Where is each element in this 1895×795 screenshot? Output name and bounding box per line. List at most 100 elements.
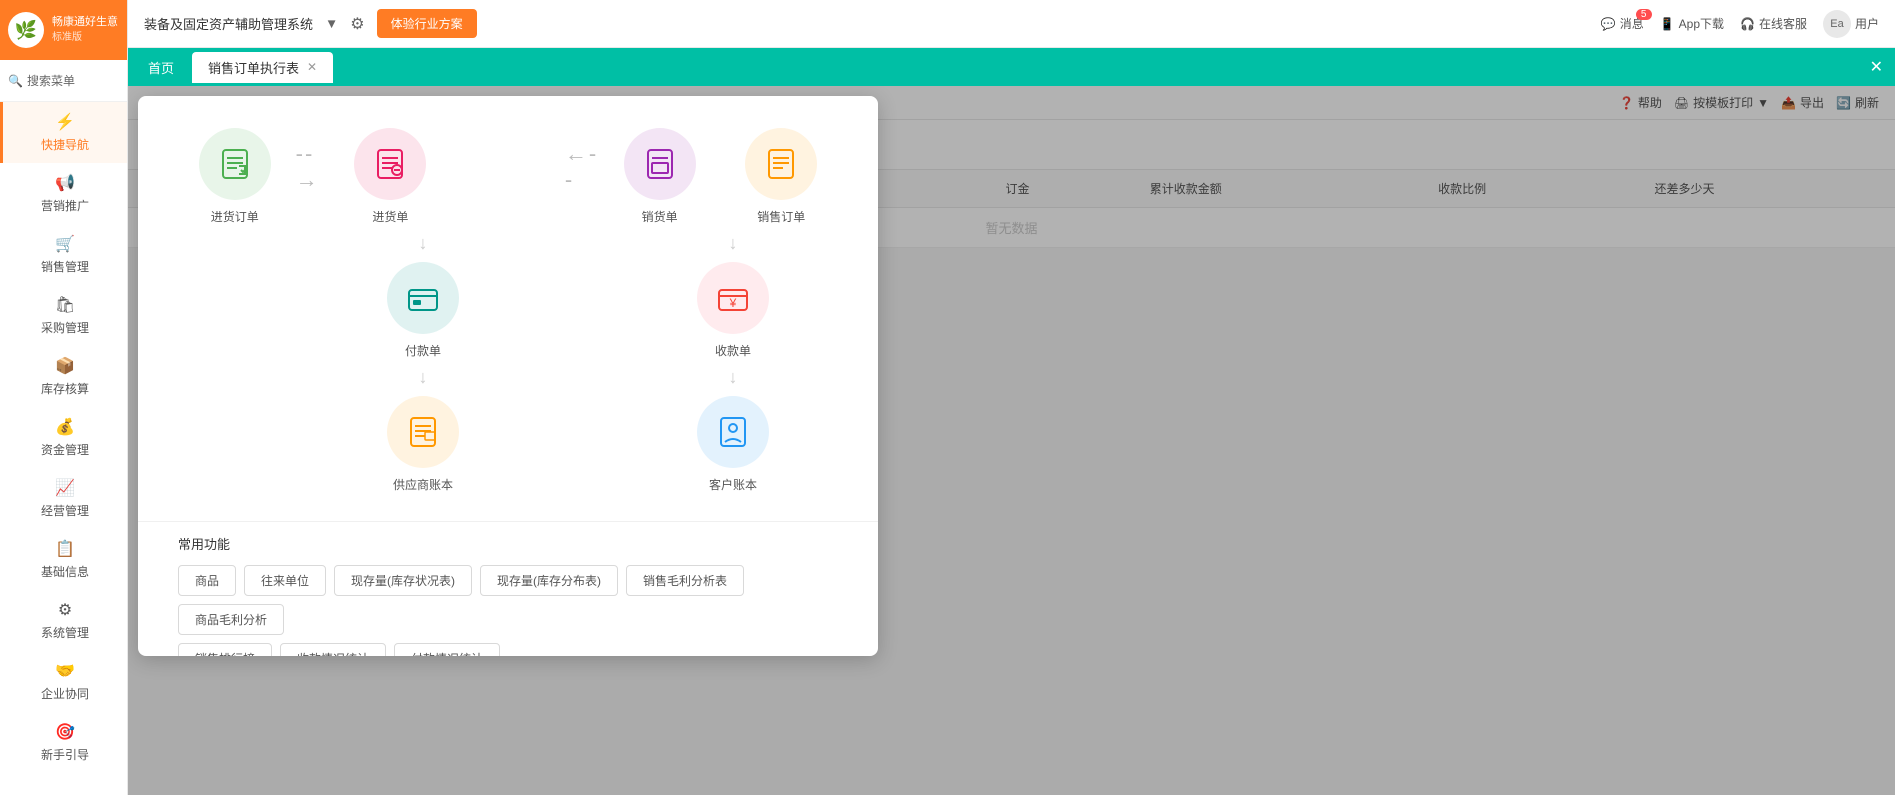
search-menu-button[interactable]: 🔍 搜索菜单 <box>8 68 119 93</box>
common-btn-payment-stat[interactable]: 付款情况统计 <box>394 643 500 656</box>
sales-bill-label: 销货单 <box>642 208 678 225</box>
topbar: 装备及固定资产辅助管理系统 ▼ ⚙ 体验行业方案 💬 消息 5 📱 App下载 … <box>128 0 1895 48</box>
sidebar-search-area: 🔍 搜索菜单 <box>0 60 127 102</box>
download-icon: 📱 <box>1660 17 1675 31</box>
content-area: ❓ 帮助 🖨 按模板打印 ▼ 📤 导出 🔄 <box>128 86 1895 795</box>
flow-row-2: 付款单 ¥ 收款单 <box>178 262 838 359</box>
flow-node-sales-order: 销售订单 <box>724 128 838 225</box>
sidebar-logo[interactable]: 🌿 畅康通好生意 标准版 <box>0 0 127 60</box>
modal-overlay[interactable]: 进货订单 - - → 进货单 <box>128 86 1895 795</box>
common-buttons-group: 商品 往来单位 现存量(库存状况表) 现存量(库存分布表) 销售毛利分析表 商品… <box>178 565 838 635</box>
finance-icon: 💰 <box>55 417 75 437</box>
collaboration-icon: 🤝 <box>55 661 75 681</box>
guide-icon: 🎯 <box>55 722 75 742</box>
tab-sales-order-execution[interactable]: 销售订单执行表 ✕ <box>192 52 333 83</box>
purchase-icon: 🛍 <box>55 295 75 315</box>
search-icon: 🔍 <box>8 74 23 88</box>
message-badge: 5 <box>1636 9 1652 20</box>
sales-bill-circle[interactable] <box>624 128 696 200</box>
tabbar: 首页 销售订单执行表 ✕ ✕ <box>128 48 1895 86</box>
payment-circle[interactable] <box>387 262 459 334</box>
tab-close-icon[interactable]: ✕ <box>307 60 317 74</box>
common-btn-sales-gross[interactable]: 销售毛利分析表 <box>626 565 744 596</box>
service-icon: 🎧 <box>1740 17 1755 31</box>
sidebar-item-sales[interactable]: 🛒 销售管理 <box>0 224 127 285</box>
down-arrow-receipt: ↓ <box>668 367 798 388</box>
flow-node-supplier-ledger: 供应商账本 <box>358 396 488 493</box>
logo-icon: 🌿 <box>8 12 44 48</box>
flow-section: 进货订单 - - → 进货单 <box>138 96 878 521</box>
customer-ledger-label: 客户账本 <box>709 476 757 493</box>
logo-text: 畅康通好生意 标准版 <box>52 15 118 44</box>
system-icon: ⚙ <box>58 600 72 620</box>
flow-row-arrows-down: ↓ ↓ <box>178 233 838 254</box>
down-arrow-sales: ↓ <box>668 233 798 254</box>
common-buttons-group-2: 销售排行榜 收款情况统计 付款情况统计 <box>178 643 838 656</box>
flow-node-sales-bill: 销货单 <box>603 128 717 225</box>
app-download-button[interactable]: 📱 App下载 <box>1660 15 1724 32</box>
svg-text:¥: ¥ <box>729 296 737 310</box>
down-arrow-purchase: ↓ <box>358 233 488 254</box>
purchase-bill-label: 进货单 <box>372 208 408 225</box>
sales-order-label: 销售订单 <box>757 208 805 225</box>
flow-row-3: 供应商账本 客户账本 <box>178 396 838 493</box>
user-menu[interactable]: Ea 用户 <box>1823 10 1879 38</box>
close-all-tabs-button[interactable]: ✕ <box>1862 53 1891 81</box>
sidebar: 🌿 畅康通好生意 标准版 🔍 搜索菜单 ⚡ 快捷导航 📢 营销推广 � <box>0 0 128 795</box>
purchase-order-label: 进货订单 <box>211 208 259 225</box>
sidebar-item-finance[interactable]: 💰 资金管理 <box>0 407 127 468</box>
supplier-ledger-circle[interactable] <box>387 396 459 468</box>
system-dropdown-button[interactable]: ▼ <box>325 16 338 31</box>
sales-order-circle[interactable] <box>745 128 817 200</box>
sidebar-item-management[interactable]: 📈 经营管理 <box>0 468 127 529</box>
receipt-label: 收款单 <box>715 342 751 359</box>
quick-nav-modal: 进货订单 - - → 进货单 <box>138 96 878 656</box>
down-arrow-payment: ↓ <box>358 367 488 388</box>
payment-label: 付款单 <box>405 342 441 359</box>
common-btn-receipt-stat[interactable]: 收款情况统计 <box>280 643 386 656</box>
flow-node-receipt: ¥ 收款单 <box>668 262 798 359</box>
gear-icon[interactable]: ⚙ <box>350 14 364 34</box>
flow-row-1: 进货订单 - - → 进货单 <box>178 128 838 225</box>
flow-node-payment: 付款单 <box>358 262 488 359</box>
shortcuts-icon: ⚡ <box>55 112 75 132</box>
common-btn-counterpart[interactable]: 往来单位 <box>244 565 326 596</box>
tab-home[interactable]: 首页 <box>132 52 190 83</box>
sidebar-item-system[interactable]: ⚙ 系统管理 <box>0 590 127 651</box>
arrow-purchase-order-to-bill: - - → <box>296 141 330 213</box>
main-content: 装备及固定资产辅助管理系统 ▼ ⚙ 体验行业方案 💬 消息 5 📱 App下载 … <box>128 0 1895 795</box>
system-name: 装备及固定资产辅助管理系统 <box>144 14 313 33</box>
common-btn-product[interactable]: 商品 <box>178 565 236 596</box>
topbar-right: 💬 消息 5 📱 App下载 🎧 在线客服 Ea 用户 <box>1601 10 1879 38</box>
flow-row-arrows-down-2: ↓ ↓ <box>178 367 838 388</box>
message-icon: 💬 <box>1601 17 1616 31</box>
experience-button[interactable]: 体验行业方案 <box>377 9 477 38</box>
online-service-button[interactable]: 🎧 在线客服 <box>1740 15 1807 32</box>
common-btn-stock-dist[interactable]: 现存量(库存分布表) <box>480 565 618 596</box>
receipt-circle[interactable]: ¥ <box>697 262 769 334</box>
inventory-icon: 📦 <box>55 356 75 376</box>
sidebar-item-collaboration[interactable]: 🤝 企业协同 <box>0 651 127 712</box>
sidebar-item-shortcuts[interactable]: ⚡ 快捷导航 <box>0 102 127 163</box>
sidebar-item-guide[interactable]: 🎯 新手引导 <box>0 712 127 773</box>
sidebar-item-inventory[interactable]: 📦 库存核算 <box>0 346 127 407</box>
common-btn-product-gross[interactable]: 商品毛利分析 <box>178 604 284 635</box>
common-btn-sales-rank[interactable]: 销售排行榜 <box>178 643 272 656</box>
flow-node-customer-ledger: 客户账本 <box>668 396 798 493</box>
flow-node-purchase-order: 进货订单 <box>178 128 292 225</box>
purchase-bill-circle[interactable] <box>354 128 426 200</box>
sidebar-item-basic-info[interactable]: 📋 基础信息 <box>0 529 127 590</box>
basic-info-icon: 📋 <box>55 539 75 559</box>
sidebar-nav: ⚡ 快捷导航 📢 营销推广 🛒 销售管理 🛍 采购管理 📦 库存核算 💰 <box>0 102 127 795</box>
sidebar-item-purchase[interactable]: 🛍 采购管理 <box>0 285 127 346</box>
marketing-icon: 📢 <box>55 173 75 193</box>
purchase-order-circle[interactable] <box>199 128 271 200</box>
sidebar-item-marketing[interactable]: 📢 营销推广 <box>0 163 127 224</box>
user-avatar: Ea <box>1823 10 1851 38</box>
common-functions-section: 常用功能 商品 往来单位 现存量(库存状况表) 现存量(库存分布表) 销售毛利分… <box>138 521 878 656</box>
message-button[interactable]: 💬 消息 5 <box>1601 15 1644 32</box>
sales-icon: 🛒 <box>55 234 75 254</box>
flow-node-purchase-bill: 进货单 <box>334 128 448 225</box>
customer-ledger-circle[interactable] <box>697 396 769 468</box>
common-btn-stock-status[interactable]: 现存量(库存状况表) <box>334 565 472 596</box>
